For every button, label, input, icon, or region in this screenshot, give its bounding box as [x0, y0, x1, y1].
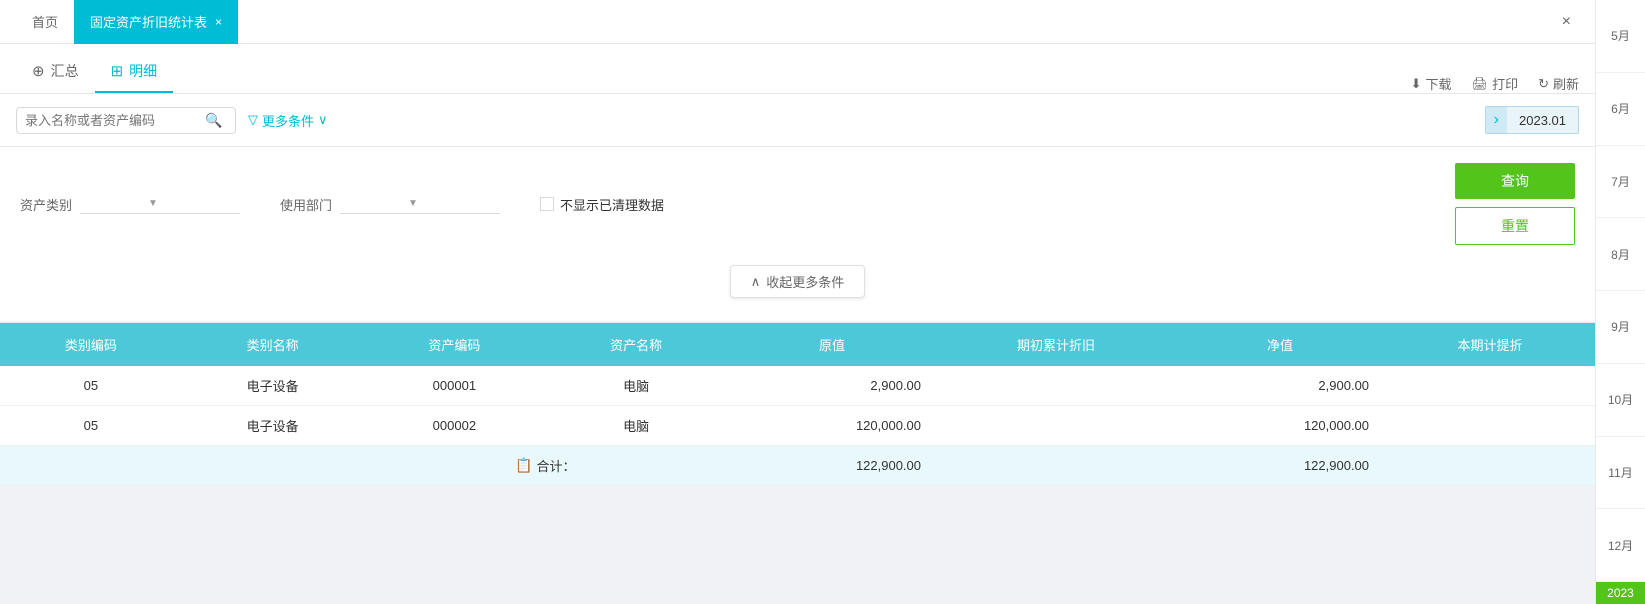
download-icon: ⬇ — [1411, 76, 1422, 92]
summary-tab-icon: ⊕ — [32, 62, 45, 80]
row2-current-depreciation — [1385, 406, 1595, 446]
filter-icon: ▽ — [248, 112, 258, 128]
tab-label: 固定资产折旧统计表 — [90, 12, 207, 31]
refresh-action[interactable]: ↻ 刷新 — [1538, 74, 1579, 93]
tab-summary[interactable]: ⊕ 汇总 — [16, 53, 95, 93]
search-icon: 🔍 — [205, 112, 222, 129]
row1-category-code: 05 — [0, 366, 182, 406]
reset-button[interactable]: 重置 — [1455, 207, 1575, 245]
col-asset-code: 资产编码 — [364, 323, 546, 366]
month-9[interactable]: 9月 — [1596, 291, 1645, 364]
total-accumulated-depreciation — [937, 446, 1175, 486]
col-category-code: 类别编码 — [0, 323, 182, 366]
row2-asset-code: 000002 — [364, 406, 546, 446]
asset-type-label: 资产类别 — [20, 195, 72, 214]
detail-tab-label: 明细 — [129, 61, 157, 81]
col-net-value: 净值 — [1175, 323, 1385, 366]
hide-cleaned-checkbox[interactable]: 不显示已清理数据 — [540, 195, 664, 214]
hide-cleaned-label: 不显示已清理数据 — [560, 195, 664, 214]
year-badge[interactable]: 2023 — [1596, 582, 1645, 604]
department-select[interactable]: ▼ — [340, 194, 500, 214]
row1-asset-code: 000001 — [364, 366, 546, 406]
col-current-depreciation: 本期计提折 — [1385, 323, 1595, 366]
asset-type-filter: 资产类别 ▼ — [20, 194, 240, 214]
checkbox-box[interactable] — [540, 197, 554, 211]
tab-detail[interactable]: ⊞ 明细 — [95, 53, 174, 93]
table-row: 05 电子设备 000001 电脑 2,900.00 2,900.00 — [0, 366, 1595, 406]
detail-tab-icon: ⊞ — [111, 62, 124, 80]
close-window-icon[interactable]: × — [1554, 13, 1579, 30]
row2-accumulated-depreciation — [937, 406, 1175, 446]
row2-category-code: 05 — [0, 406, 182, 446]
total-original-value: 122,900.00 — [727, 446, 937, 486]
month-11[interactable]: 11月 — [1596, 437, 1645, 510]
total-empty-1 — [0, 446, 182, 486]
refresh-icon: ↻ — [1538, 76, 1549, 92]
row1-asset-name: 电脑 — [545, 366, 727, 406]
row1-current-depreciation — [1385, 366, 1595, 406]
collapse-up-icon: ∧ — [751, 274, 761, 290]
row2-asset-name: 电脑 — [545, 406, 727, 446]
home-nav[interactable]: 首页 — [16, 12, 74, 31]
more-conditions-toggle[interactable]: ▽ 更多条件 ∨ — [248, 111, 328, 130]
month-6[interactable]: 6月 — [1596, 73, 1645, 146]
row2-net-value: 120,000.00 — [1175, 406, 1385, 446]
department-arrow: ▼ — [408, 198, 418, 209]
month-7[interactable]: 7月 — [1596, 146, 1645, 219]
download-label: 下载 — [1426, 74, 1452, 93]
asset-type-arrow: ▼ — [148, 198, 158, 209]
row2-original-value: 120,000.00 — [727, 406, 937, 446]
total-empty-2 — [182, 446, 364, 486]
query-button[interactable]: 查询 — [1455, 163, 1575, 199]
total-label-cell: 📋 合计： — [364, 446, 728, 486]
col-accumulated-depreciation: 期初累计折旧 — [937, 323, 1175, 366]
collapse-label: 收起更多条件 — [766, 272, 844, 291]
download-action[interactable]: ⬇ 下载 — [1411, 74, 1452, 93]
total-icon: 📋 — [515, 457, 532, 474]
year-nav[interactable]: › 2023.01 — [1485, 106, 1579, 134]
department-label: 使用部门 — [280, 195, 332, 214]
total-current-depreciation — [1385, 446, 1595, 486]
collapse-button[interactable]: ∧ 收起更多条件 — [730, 265, 866, 298]
table-row: 05 电子设备 000002 电脑 120,000.00 120,000.00 — [0, 406, 1595, 446]
total-row: 📋 合计： 122,900.00 122,900.00 — [0, 446, 1595, 486]
asset-type-select[interactable]: ▼ — [80, 194, 240, 214]
more-conditions-label: 更多条件 — [262, 111, 314, 130]
row1-net-value: 2,900.00 — [1175, 366, 1385, 406]
refresh-label: 刷新 — [1553, 74, 1579, 93]
search-input-wrap[interactable]: 🔍 — [16, 107, 236, 134]
print-label: 打印 — [1492, 74, 1518, 93]
print-action[interactable]: 🖨 打印 — [1472, 74, 1519, 93]
close-tab-icon[interactable]: × — [215, 15, 222, 29]
row2-category-name: 电子设备 — [182, 406, 364, 446]
active-tab[interactable]: 固定资产折旧统计表 × — [74, 0, 238, 44]
col-asset-name: 资产名称 — [545, 323, 727, 366]
month-8[interactable]: 8月 — [1596, 218, 1645, 291]
chevron-down-icon: ∨ — [318, 112, 328, 128]
total-net-value: 122,900.00 — [1175, 446, 1385, 486]
year-display: 2023.01 — [1507, 109, 1578, 132]
year-nav-prev[interactable]: › — [1486, 107, 1507, 133]
row1-original-value: 2,900.00 — [727, 366, 937, 406]
summary-tab-label: 汇总 — [51, 61, 79, 81]
department-filter: 使用部门 ▼ — [280, 194, 500, 214]
col-original-value: 原值 — [727, 323, 937, 366]
search-input[interactable] — [25, 113, 205, 128]
month-10[interactable]: 10月 — [1596, 364, 1645, 437]
month-12[interactable]: 12月 — [1596, 509, 1645, 582]
col-category-name: 类别名称 — [182, 323, 364, 366]
month-5[interactable]: 5月 — [1596, 0, 1645, 73]
row1-category-name: 电子设备 — [182, 366, 364, 406]
print-icon: 🖨 — [1472, 76, 1489, 92]
total-label-text: 合计： — [536, 456, 575, 475]
row1-accumulated-depreciation — [937, 366, 1175, 406]
